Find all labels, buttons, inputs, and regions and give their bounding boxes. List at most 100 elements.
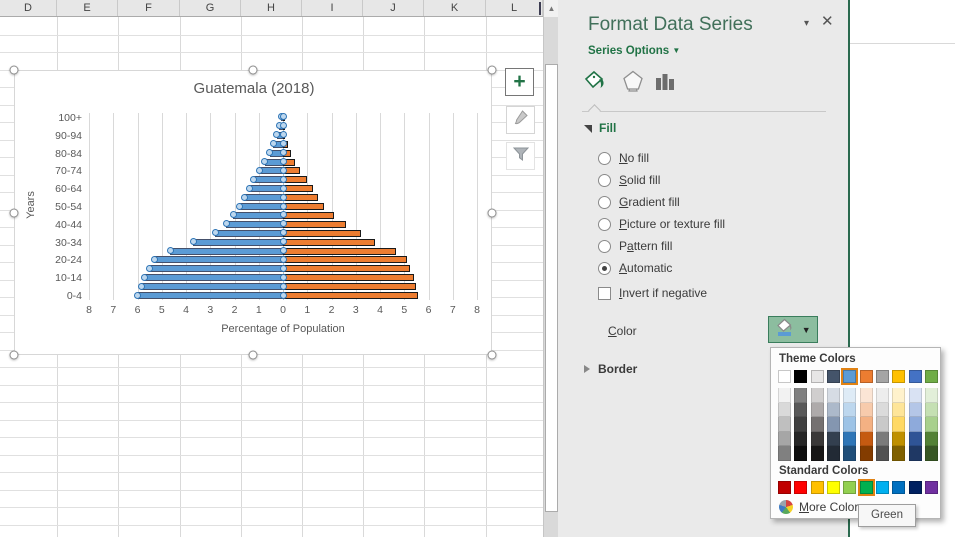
column-header-j[interactable]: J bbox=[363, 0, 424, 16]
vertical-scrollbar[interactable]: ▲ bbox=[543, 0, 559, 537]
bar-left-25-29[interactable] bbox=[170, 247, 283, 255]
theme-variant-swatch-9-0[interactable] bbox=[925, 388, 939, 403]
theme-color-swatch-8[interactable] bbox=[908, 370, 922, 383]
invert-if-negative-checkbox[interactable]: Invert if negative bbox=[598, 286, 707, 300]
resize-handle[interactable] bbox=[487, 208, 497, 217]
theme-variant-swatch-1-0[interactable] bbox=[794, 388, 808, 403]
theme-variant-swatch-1-3[interactable] bbox=[794, 431, 808, 447]
resize-handle[interactable] bbox=[9, 208, 19, 217]
bar-right-35-39[interactable] bbox=[283, 229, 361, 237]
bar-left-55-59[interactable] bbox=[244, 194, 283, 202]
theme-variant-swatch-4-2[interactable] bbox=[843, 417, 857, 432]
theme-variant-swatch-7-1[interactable] bbox=[892, 402, 906, 418]
series-marker[interactable] bbox=[279, 122, 287, 130]
theme-variant-swatch-2-3[interactable] bbox=[810, 431, 824, 447]
theme-variant-swatch-5-1[interactable] bbox=[859, 402, 873, 418]
theme-variant-swatch-1-2[interactable] bbox=[794, 417, 808, 432]
theme-variant-swatch-5-0[interactable] bbox=[859, 388, 873, 403]
theme-variant-swatch-4-0[interactable] bbox=[843, 388, 857, 403]
theme-variant-swatch-8-0[interactable] bbox=[908, 388, 922, 403]
column-header-g[interactable]: G bbox=[180, 0, 241, 16]
bar-right-40-44[interactable] bbox=[283, 220, 347, 228]
theme-color-swatch-6[interactable] bbox=[876, 370, 890, 383]
theme-variant-swatch-8-4[interactable] bbox=[908, 446, 922, 461]
theme-variant-swatch-5-4[interactable] bbox=[859, 446, 873, 461]
series-marker[interactable] bbox=[240, 193, 248, 201]
theme-color-swatch-4[interactable] bbox=[841, 368, 859, 385]
theme-variant-swatch-9-1[interactable] bbox=[925, 402, 939, 418]
series-marker[interactable] bbox=[146, 264, 154, 272]
series-marker[interactable] bbox=[279, 229, 287, 237]
column-header-h[interactable]: H bbox=[241, 0, 302, 16]
bar-right-5-9[interactable] bbox=[283, 283, 417, 291]
theme-variant-swatch-8-3[interactable] bbox=[908, 431, 922, 447]
theme-variant-swatch-5-2[interactable] bbox=[859, 417, 873, 432]
column-header-l[interactable]: L bbox=[486, 0, 543, 16]
bar-left-45-49[interactable] bbox=[233, 211, 283, 219]
fill-option-picture-or-texture-fill[interactable]: Picture or texture fill bbox=[598, 216, 725, 232]
standard-color-swatch-3[interactable] bbox=[827, 481, 841, 494]
series-marker[interactable] bbox=[134, 291, 141, 299]
series-marker[interactable] bbox=[279, 291, 287, 299]
theme-variant-swatch-9-3[interactable] bbox=[925, 431, 939, 447]
theme-variant-swatch-0-3[interactable] bbox=[778, 431, 791, 447]
bar-right-50-54[interactable] bbox=[283, 203, 325, 211]
series-marker[interactable] bbox=[245, 184, 253, 192]
standard-color-swatch-1[interactable] bbox=[794, 481, 808, 494]
theme-variant-swatch-1-4[interactable] bbox=[794, 446, 808, 461]
theme-variant-swatch-9-2[interactable] bbox=[925, 417, 939, 432]
column-header-d[interactable]: D bbox=[0, 0, 57, 16]
tab-effects[interactable] bbox=[620, 70, 646, 96]
column-headers[interactable]: DEFGHIJKL bbox=[0, 0, 543, 17]
theme-variant-swatch-2-2[interactable] bbox=[810, 417, 824, 432]
column-header-k[interactable]: K bbox=[424, 0, 486, 16]
series-marker[interactable] bbox=[235, 202, 243, 210]
bar-left-30-34[interactable] bbox=[193, 238, 283, 246]
series-marker[interactable] bbox=[279, 264, 287, 272]
standard-color-swatch-9[interactable] bbox=[925, 481, 939, 494]
bar-left-20-24[interactable] bbox=[154, 256, 283, 264]
bar-right-0-4[interactable] bbox=[283, 292, 418, 300]
fill-option-automatic[interactable]: Automatic bbox=[598, 260, 672, 276]
bar-left-50-54[interactable] bbox=[239, 203, 283, 211]
theme-color-swatch-5[interactable] bbox=[859, 370, 873, 383]
fill-option-pattern-fill[interactable]: Pattern fill bbox=[598, 238, 672, 254]
resize-handle[interactable] bbox=[487, 65, 497, 75]
bar-left-65-69[interactable] bbox=[253, 176, 283, 184]
bar-left-0-4[interactable] bbox=[137, 292, 283, 300]
theme-variant-swatch-7-4[interactable] bbox=[892, 446, 906, 461]
series-marker[interactable] bbox=[279, 220, 287, 228]
theme-color-swatch-0[interactable] bbox=[778, 370, 791, 383]
fill-option-no-fill[interactable]: No fill bbox=[598, 150, 649, 166]
tab-fill-line[interactable] bbox=[582, 70, 608, 96]
bar-left-10-14[interactable] bbox=[144, 274, 283, 282]
close-icon[interactable]: ✕ bbox=[821, 12, 834, 30]
theme-variant-swatch-3-0[interactable] bbox=[827, 388, 841, 403]
standard-color-swatch-2[interactable] bbox=[810, 481, 824, 494]
standard-color-swatch-8[interactable] bbox=[908, 481, 922, 494]
series-marker[interactable] bbox=[222, 220, 230, 228]
series-marker[interactable] bbox=[279, 184, 287, 192]
bar-right-55-59[interactable] bbox=[283, 194, 319, 202]
theme-color-swatch-3[interactable] bbox=[827, 370, 841, 383]
chart-filters-button[interactable] bbox=[506, 142, 535, 170]
series-marker[interactable] bbox=[279, 193, 287, 201]
column-header-e[interactable]: E bbox=[57, 0, 118, 16]
theme-variant-swatch-2-0[interactable] bbox=[810, 388, 824, 403]
theme-variant-swatch-8-1[interactable] bbox=[908, 402, 922, 418]
chevron-down-icon[interactable]: ▾ bbox=[804, 18, 809, 29]
series-marker[interactable] bbox=[279, 131, 287, 139]
theme-variant-swatch-4-1[interactable] bbox=[843, 402, 857, 418]
theme-variant-swatch-0-2[interactable] bbox=[778, 417, 791, 432]
theme-variant-swatch-6-3[interactable] bbox=[876, 431, 890, 447]
chart-styles-button[interactable] bbox=[506, 106, 535, 134]
series-marker[interactable] bbox=[137, 282, 145, 290]
theme-variant-swatch-4-3[interactable] bbox=[843, 431, 857, 447]
series-marker[interactable] bbox=[279, 202, 287, 210]
series-options-selector[interactable]: Series Options ▼ bbox=[588, 45, 680, 57]
radio-icon[interactable] bbox=[598, 239, 611, 253]
theme-color-swatch-7[interactable] bbox=[892, 370, 906, 383]
theme-variant-swatch-6-0[interactable] bbox=[876, 388, 890, 403]
radio-icon[interactable] bbox=[598, 151, 611, 165]
standard-color-swatch-4[interactable] bbox=[843, 481, 857, 494]
